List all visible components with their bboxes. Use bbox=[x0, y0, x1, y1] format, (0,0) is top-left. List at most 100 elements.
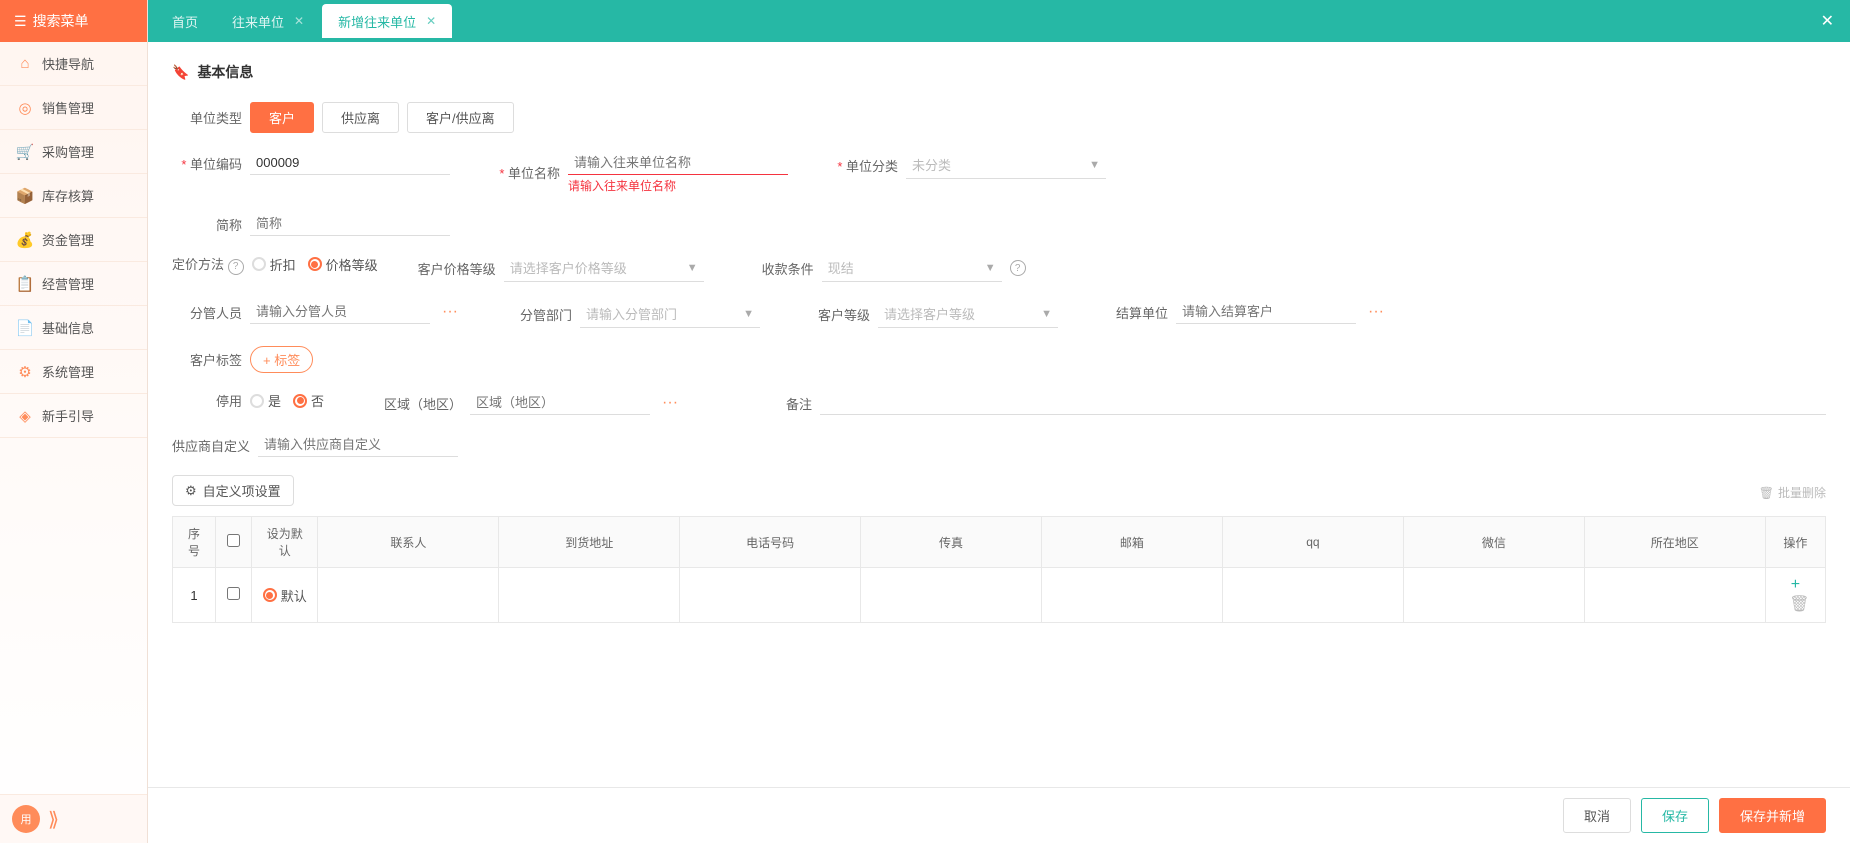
payment-select[interactable]: 现结 ▼ bbox=[822, 254, 1002, 282]
email-input[interactable] bbox=[1052, 584, 1212, 607]
default-radio[interactable]: 默认 bbox=[262, 586, 307, 605]
cell-fax[interactable] bbox=[861, 568, 1042, 623]
operation-icon: 📋 bbox=[16, 275, 34, 293]
sidebar-item-inventory[interactable]: 📦 库存核算 bbox=[0, 174, 147, 218]
sidebar-item-operation[interactable]: 📋 经营管理 bbox=[0, 262, 147, 306]
select-all-checkbox[interactable] bbox=[227, 534, 240, 547]
short-name-input[interactable] bbox=[250, 212, 450, 236]
wechat-input[interactable] bbox=[1414, 584, 1574, 607]
cell-email[interactable] bbox=[1041, 568, 1222, 623]
supplier-custom-input[interactable] bbox=[258, 433, 458, 457]
row-checkbox[interactable] bbox=[227, 587, 240, 600]
sidebar-search[interactable]: ☰ 搜索菜单 bbox=[0, 0, 147, 42]
window-close-button[interactable]: ✕ bbox=[1813, 7, 1842, 35]
settlement-input[interactable] bbox=[1176, 300, 1356, 324]
group-pricing: 定价方法 ? 折扣 价格等级 bbox=[172, 254, 378, 275]
qq-input[interactable] bbox=[1233, 584, 1393, 607]
radio-discount[interactable]: 折扣 bbox=[252, 255, 296, 274]
cell-wechat[interactable] bbox=[1403, 568, 1584, 623]
region-dots[interactable]: ··· bbox=[658, 394, 682, 412]
btn-both[interactable]: 客户/供应离 bbox=[407, 102, 514, 133]
sidebar-item-finance[interactable]: 💰 资金管理 bbox=[0, 218, 147, 262]
cell-contact[interactable] bbox=[318, 568, 499, 623]
code-input[interactable] bbox=[250, 151, 450, 175]
group-settlement: 结算单位 ··· bbox=[1098, 300, 1388, 324]
row-tag: 客户标签 + 标签 bbox=[172, 346, 1826, 373]
tab-partner[interactable]: 往来单位 ✕ bbox=[216, 4, 320, 38]
sidebar-item-sales[interactable]: ◎ 销售管理 bbox=[0, 86, 147, 130]
radio-price-level[interactable]: 价格等级 bbox=[308, 255, 378, 274]
dept-label: 分管部门 bbox=[502, 305, 572, 324]
pricing-info-icon[interactable]: ? bbox=[228, 259, 244, 275]
btn-customer[interactable]: 客户 bbox=[250, 102, 314, 133]
tab-new-partner[interactable]: 新增往来单位 ✕ bbox=[322, 4, 452, 38]
sidebar-item-guide[interactable]: ◈ 新手引导 bbox=[0, 394, 147, 438]
customer-price-label: 客户价格等级 bbox=[418, 259, 496, 278]
customer-level-label: 客户等级 bbox=[800, 305, 870, 324]
contact-input[interactable] bbox=[328, 584, 488, 607]
settlement-dots[interactable]: ··· bbox=[1364, 303, 1388, 321]
category-value: 未分类 bbox=[912, 155, 951, 174]
expand-icon[interactable]: ⟫ bbox=[48, 807, 59, 832]
cell-phone[interactable] bbox=[680, 568, 861, 623]
sidebar-item-purchase[interactable]: 🛒 采购管理 bbox=[0, 130, 147, 174]
btn-supplier[interactable]: 供应离 bbox=[322, 102, 399, 133]
radio-discount-circle bbox=[252, 257, 266, 271]
row-supplier-custom: 供应商自定义 bbox=[172, 433, 1826, 457]
tab-new-partner-close[interactable]: ✕ bbox=[426, 14, 436, 28]
customer-price-select[interactable]: 请选择客户价格等级 ▼ bbox=[504, 254, 704, 282]
fax-input[interactable] bbox=[871, 584, 1031, 607]
purchase-icon: 🛒 bbox=[16, 143, 34, 161]
tab-home[interactable]: 首页 bbox=[156, 4, 214, 38]
cell-address[interactable] bbox=[499, 568, 680, 623]
group-payment: 收款条件 现结 ▼ ? bbox=[744, 254, 1026, 282]
phone-input[interactable] bbox=[690, 584, 850, 607]
cell-default: 默认 bbox=[252, 568, 318, 623]
save-new-button[interactable]: 保存并新增 bbox=[1719, 798, 1826, 833]
dept-select[interactable]: 请输入分管部门 ▼ bbox=[580, 300, 760, 328]
col-checkbox bbox=[216, 517, 252, 568]
cancel-button[interactable]: 取消 bbox=[1563, 798, 1631, 833]
manager-input[interactable] bbox=[250, 300, 430, 324]
pricing-radio-group: 折扣 价格等级 bbox=[252, 255, 378, 274]
add-row-btn[interactable]: + bbox=[1791, 576, 1800, 593]
col-seq: 序号 bbox=[173, 517, 216, 568]
custom-settings-button[interactable]: ⚙ 自定义项设置 bbox=[172, 475, 294, 506]
batch-delete-btn[interactable]: 🗑 批量删除 bbox=[1759, 484, 1826, 501]
main-area: 首页 往来单位 ✕ 新增往来单位 ✕ ✕ 🔖 基本信息 单位类型 客户 供应离 … bbox=[148, 0, 1850, 843]
radio-yes[interactable]: 是 bbox=[250, 391, 281, 410]
cell-region[interactable] bbox=[1584, 568, 1765, 623]
tab-partner-close[interactable]: ✕ bbox=[294, 14, 304, 28]
customer-level-placeholder: 请选择客户等级 bbox=[884, 304, 975, 323]
payment-info-icon[interactable]: ? bbox=[1010, 260, 1026, 276]
save-button[interactable]: 保存 bbox=[1641, 798, 1709, 833]
radio-no[interactable]: 否 bbox=[293, 391, 324, 410]
sidebar-item-base-info[interactable]: 📄 基础信息 bbox=[0, 306, 147, 350]
region-table-input[interactable] bbox=[1595, 584, 1755, 607]
customer-level-select[interactable]: 请选择客户等级 ▼ bbox=[878, 300, 1058, 328]
group-region: 区域（地区） ··· bbox=[384, 391, 682, 415]
table-toolbar: ⚙ 自定义项设置 🗑 批量删除 bbox=[172, 475, 1826, 516]
row-code-name-category: 单位编码 单位名称 请输入往来单位名称 单位分类 未分类 ▼ bbox=[172, 151, 1826, 194]
manager-dots[interactable]: ··· bbox=[438, 303, 462, 321]
row-disabled: 停用 是 否 区域（地区） ··· 备注 bbox=[172, 391, 1826, 415]
customer-price-chevron: ▼ bbox=[687, 262, 698, 274]
batch-delete-icon: 🗑 bbox=[1759, 486, 1774, 500]
delete-row-btn[interactable]: 🗑 bbox=[1789, 596, 1809, 613]
name-input[interactable] bbox=[568, 151, 788, 175]
group-manager: 分管人员 ··· bbox=[172, 300, 462, 324]
remark-input[interactable] bbox=[820, 391, 1826, 415]
sidebar-item-quick-nav[interactable]: ⌂ 快捷导航 bbox=[0, 42, 147, 86]
cell-qq[interactable] bbox=[1222, 568, 1403, 623]
supplier-custom-label: 供应商自定义 bbox=[172, 436, 250, 455]
sidebar-item-system[interactable]: ⚙ 系统管理 bbox=[0, 350, 147, 394]
add-tag-button[interactable]: + 标签 bbox=[250, 346, 313, 373]
tab-bar: 首页 往来单位 ✕ 新增往来单位 ✕ ✕ bbox=[148, 0, 1850, 42]
category-select[interactable]: 未分类 ▼ bbox=[906, 151, 1106, 179]
address-input[interactable] bbox=[509, 584, 669, 607]
cell-seq: 1 bbox=[173, 568, 216, 623]
radio-price-level-circle bbox=[308, 257, 322, 271]
avatar: 用 bbox=[12, 805, 40, 833]
region-input[interactable] bbox=[470, 391, 650, 415]
unit-type-label: 单位类型 bbox=[172, 108, 242, 127]
